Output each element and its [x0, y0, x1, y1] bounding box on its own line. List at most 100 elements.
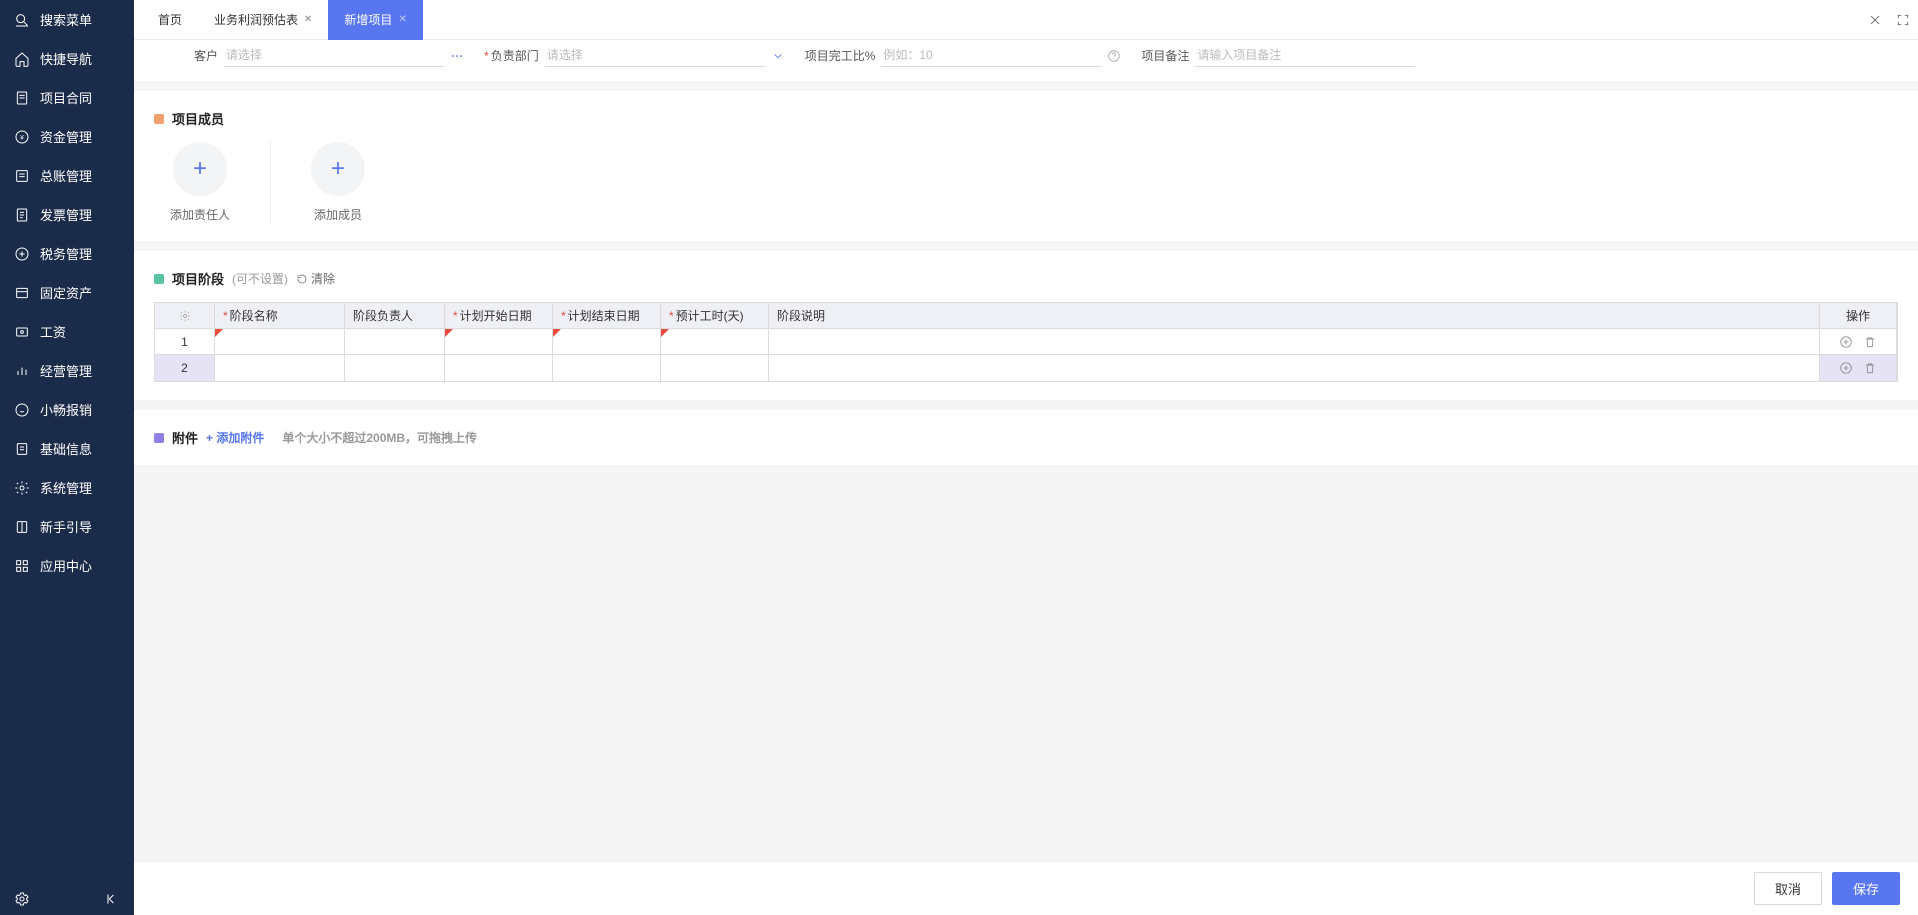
form-row-card: 客户 *负责部门 项目完工比% 项目备注: [134, 40, 1918, 81]
plus-icon: +: [311, 142, 365, 196]
sidebar-item-label: 工资: [40, 322, 66, 341]
save-button[interactable]: 保存: [1832, 872, 1900, 905]
cell-owner[interactable]: [345, 355, 445, 381]
percent-input[interactable]: [881, 44, 1101, 67]
sidebar-item-fund[interactable]: ¥ 资金管理: [0, 117, 134, 156]
sidebar-item-label: 总账管理: [40, 166, 92, 185]
attach-title: 附件: [172, 428, 198, 447]
header-owner: 阶段负责人: [345, 303, 445, 329]
add-owner-label: 添加责任人: [170, 206, 230, 223]
tab-label: 首页: [158, 11, 182, 28]
add-member-button[interactable]: + 添加成员: [311, 142, 365, 223]
attach-header: 附件 + 添加附件 单个大小不超过200MB，可拖拽上传: [154, 428, 1898, 447]
sidebar-item-invoice[interactable]: 发票管理: [0, 195, 134, 234]
phase-title: 项目阶段: [172, 269, 224, 288]
footer-actions: 取消 保存: [134, 861, 1918, 915]
sidebar-item-ledger[interactable]: 总账管理: [0, 156, 134, 195]
more-icon[interactable]: [450, 49, 464, 63]
add-attachment-button[interactable]: + 添加附件: [206, 429, 264, 446]
tab-label: 业务利润预估表: [214, 11, 298, 28]
field-remark: 项目备注: [1141, 44, 1415, 67]
sidebar-item-biz[interactable]: 经营管理: [0, 351, 134, 390]
cell-name[interactable]: [215, 329, 345, 355]
customer-label: 客户: [194, 47, 218, 64]
cell-hours[interactable]: [661, 329, 769, 355]
tab-home[interactable]: 首页: [142, 0, 198, 40]
sidebar-item-quicknav[interactable]: 快捷导航: [0, 39, 134, 78]
add-owner-button[interactable]: + 添加责任人: [170, 142, 230, 223]
section-attachments: 附件 + 添加附件 单个大小不超过200MB，可拖拽上传: [134, 410, 1918, 465]
row-ops: [1820, 355, 1897, 381]
add-row-icon[interactable]: [1839, 361, 1853, 375]
phase-table: *阶段名称 阶段负责人 *计划开始日期 *计划结束日期 *预计工时(天) 阶段说…: [154, 302, 1820, 382]
sidebar-item-search[interactable]: 搜索菜单: [0, 0, 134, 39]
sidebar-item-label: 发票管理: [40, 205, 92, 224]
sidebar-item-label: 基础信息: [40, 439, 92, 458]
cell-hours[interactable]: [661, 355, 769, 381]
sidebar-item-label: 系统管理: [40, 478, 92, 497]
collapse-icon[interactable]: [104, 891, 120, 907]
cell-name[interactable]: [215, 355, 345, 381]
sidebar-item-label: 搜索菜单: [40, 10, 92, 29]
dept-label: *负责部门: [484, 47, 539, 64]
customer-input[interactable]: [224, 44, 444, 67]
cell-start[interactable]: [445, 355, 553, 381]
table-row: 1: [155, 329, 1820, 355]
search-icon: [14, 12, 30, 28]
field-department: *负责部门: [484, 44, 785, 67]
sidebar-item-appcenter[interactable]: 应用中心: [0, 546, 134, 585]
sidebar-item-xiaochang[interactable]: 小畅报销: [0, 390, 134, 429]
help-icon[interactable]: [1107, 49, 1121, 63]
home-icon: [14, 51, 30, 67]
field-percent: 项目完工比%: [805, 44, 1122, 67]
delete-row-icon[interactable]: [1863, 335, 1877, 349]
cell-end[interactable]: [553, 355, 661, 381]
field-customer: 客户: [194, 44, 464, 67]
fullscreen-icon[interactable]: [1896, 13, 1910, 27]
add-row-icon[interactable]: [1839, 335, 1853, 349]
sidebar-item-label: 税务管理: [40, 244, 92, 263]
header-name: *阶段名称: [215, 303, 345, 329]
ledger-icon: [14, 168, 30, 184]
remark-input[interactable]: [1195, 44, 1415, 67]
sidebar-item-label: 资金管理: [40, 127, 92, 146]
form-row: 客户 *负责部门 项目完工比% 项目备注: [194, 44, 1898, 67]
cell-end[interactable]: [553, 329, 661, 355]
phase-table-wrap: *阶段名称 阶段负责人 *计划开始日期 *计划结束日期 *预计工时(天) 阶段说…: [154, 302, 1898, 382]
delete-row-icon[interactable]: [1863, 361, 1877, 375]
cell-desc[interactable]: [769, 355, 1820, 381]
sidebar-item-sys[interactable]: 系统管理: [0, 468, 134, 507]
divider: [270, 142, 271, 223]
add-member-label: 添加成员: [314, 206, 362, 223]
expense-icon: [14, 402, 30, 418]
section-marker-icon: [154, 114, 164, 124]
sidebar-item-guide[interactable]: 新手引导: [0, 507, 134, 546]
coin-icon: ¥: [14, 129, 30, 145]
tab-new-project[interactable]: 新增项目 ✕: [328, 0, 422, 40]
sidebar-item-label: 快捷导航: [40, 49, 92, 68]
close-icon[interactable]: ✕: [304, 14, 312, 25]
cell-owner[interactable]: [345, 329, 445, 355]
cancel-button[interactable]: 取消: [1754, 872, 1822, 905]
main: 首页 业务利润预估表 ✕ 新增项目 ✕ 客户 *负责部门: [134, 0, 1918, 915]
settings-icon[interactable]: [14, 891, 30, 907]
sidebar-item-tax[interactable]: 税务管理: [0, 234, 134, 273]
dept-input[interactable]: [545, 44, 765, 67]
tab-profit-estimate[interactable]: 业务利润预估表 ✕: [198, 0, 328, 40]
close-panel-icon[interactable]: [1868, 13, 1882, 27]
phase-op-column: 操作: [1820, 302, 1898, 382]
chevron-down-icon[interactable]: [771, 49, 785, 63]
section-phase: 项目阶段 (可不设置) 清除 *阶段名称 阶段负责人 *计划开始日期: [134, 251, 1918, 400]
sidebar-item-contract[interactable]: 项目合同: [0, 78, 134, 117]
phase-clear-button[interactable]: 清除: [296, 270, 335, 287]
cell-start[interactable]: [445, 329, 553, 355]
sidebar-item-asset[interactable]: 固定资产: [0, 273, 134, 312]
sidebar-item-salary[interactable]: 工资: [0, 312, 134, 351]
members-widgets: + 添加责任人 + 添加成员: [170, 142, 1898, 223]
close-icon[interactable]: ✕: [398, 14, 406, 25]
app-icon: [14, 558, 30, 574]
header-settings[interactable]: [155, 303, 215, 329]
header-start: *计划开始日期: [445, 303, 553, 329]
sidebar-item-base[interactable]: 基础信息: [0, 429, 134, 468]
cell-desc[interactable]: [769, 329, 1820, 355]
